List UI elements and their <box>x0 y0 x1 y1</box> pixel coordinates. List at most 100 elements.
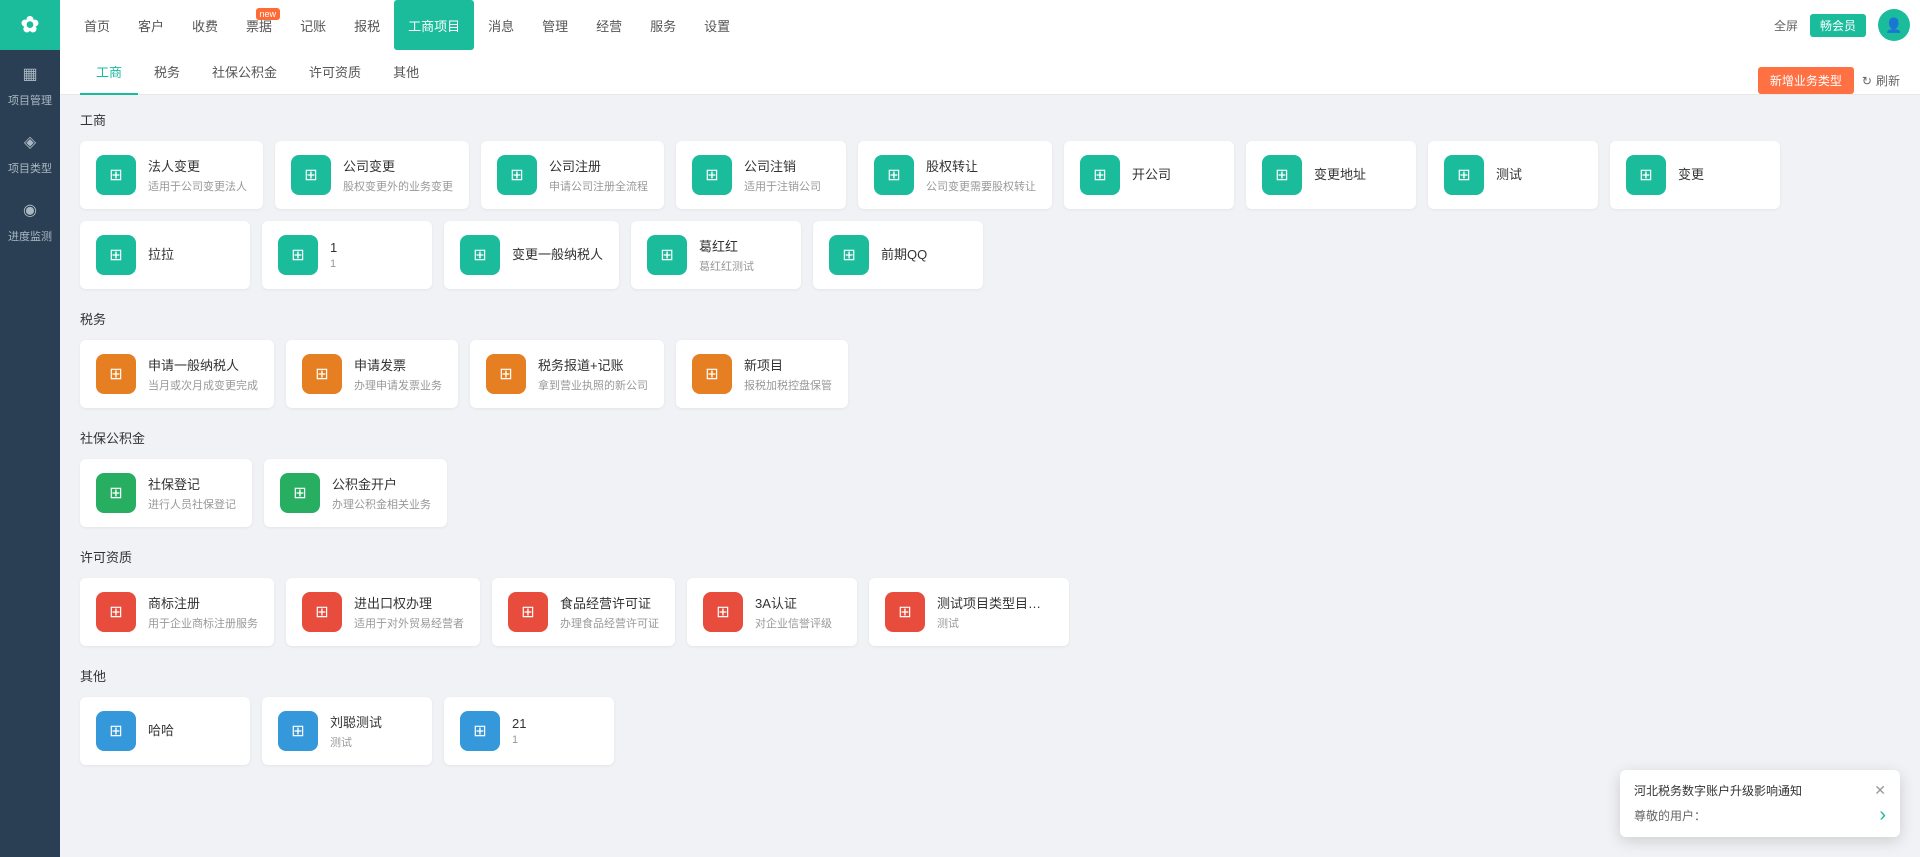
card-0-6[interactable]: ⊞ 变更地址 <box>1246 141 1416 209</box>
card-icon-0-1: ⊞ <box>291 155 331 195</box>
app-logo[interactable]: ✿ <box>0 0 60 50</box>
notification-close-button[interactable]: ✕ <box>1874 782 1886 799</box>
card-4-2[interactable]: ⊞ 21 1 <box>444 697 614 765</box>
sidebar-item-2[interactable]: ◉ 进度监测 <box>0 186 60 254</box>
nav-label-4: 记账 <box>300 16 326 35</box>
cards-grid-3: ⊞ 商标注册 用于企业商标注册服务 ⊞ 进出口权办理 适用于对外贸易经营者 ⊞ … <box>80 578 1900 646</box>
section-title-0: 工商 <box>80 110 1900 129</box>
nav-item-管理[interactable]: 管理 <box>528 0 582 50</box>
card-name-4-1: 刘聪测试 <box>330 712 416 731</box>
nav-label-8: 管理 <box>542 16 568 35</box>
sidebar-icon-2: ◉ <box>16 196 44 224</box>
card-icon-3-3: ⊞ <box>703 592 743 632</box>
nav-label-0: 首页 <box>84 16 110 35</box>
card-name-0-10: 1 <box>330 240 416 255</box>
card-icon-0-7: ⊞ <box>1444 155 1484 195</box>
card-desc-0-4: 公司变更需要股权转让 <box>926 178 1036 194</box>
nav-item-消息[interactable]: 消息 <box>474 0 528 50</box>
sub-tab-社保公积金[interactable]: 社保公积金 <box>196 50 293 95</box>
refresh-button[interactable]: ↻ 刷新 <box>1862 72 1900 89</box>
card-0-3[interactable]: ⊞ 公司注销 适用于注销公司 <box>676 141 846 209</box>
sub-tab-label-1: 税务 <box>154 62 180 81</box>
card-4-0[interactable]: ⊞ 哈哈 <box>80 697 250 765</box>
sub-tab-许可资质[interactable]: 许可资质 <box>293 50 377 95</box>
card-info-0-9: 拉拉 <box>148 244 234 266</box>
card-icon-0-5: ⊞ <box>1080 155 1120 195</box>
user-avatar[interactable]: 👤 <box>1878 9 1910 41</box>
card-desc-0-3: 适用于注销公司 <box>744 178 830 194</box>
sub-tab-工商[interactable]: 工商 <box>80 50 138 95</box>
card-icon-4-2: ⊞ <box>460 711 500 751</box>
topnav-right: 全屏 畅会员 👤 <box>1774 9 1910 41</box>
card-icon-0-11: ⊞ <box>460 235 500 275</box>
card-name-1-3: 新项目 <box>744 355 832 374</box>
add-type-button[interactable]: 新增业务类型 <box>1758 67 1854 94</box>
nav-item-报税[interactable]: 报税 <box>340 0 394 50</box>
sidebar-item-0[interactable]: ▦ 项目管理 <box>0 50 60 118</box>
nav-item-设置[interactable]: 设置 <box>690 0 744 50</box>
card-0-11[interactable]: ⊞ 变更一般纳税人 <box>444 221 619 289</box>
card-3-2[interactable]: ⊞ 食品经营许可证 办理食品经营许可证 <box>492 578 675 646</box>
vip-button[interactable]: 畅会员 <box>1810 14 1866 37</box>
card-1-2[interactable]: ⊞ 税务报道+记账 拿到营业执照的新公司 <box>470 340 664 408</box>
card-3-4[interactable]: ⊞ 测试项目类型目定义 测试 <box>869 578 1069 646</box>
card-desc-2-0: 进行人员社保登记 <box>148 496 236 512</box>
card-2-1[interactable]: ⊞ 公积金开户 办理公积金相关业务 <box>264 459 447 527</box>
notification-title: 河北税务数字账户升级影响通知 <box>1634 782 1802 799</box>
card-0-8[interactable]: ⊞ 变更 <box>1610 141 1780 209</box>
nav-item-收费[interactable]: 收费 <box>178 0 232 50</box>
card-0-12[interactable]: ⊞ 葛红红 葛红红测试 <box>631 221 801 289</box>
card-0-7[interactable]: ⊞ 测试 <box>1428 141 1598 209</box>
nav-item-经营[interactable]: 经营 <box>582 0 636 50</box>
card-4-1[interactable]: ⊞ 刘聪测试 测试 <box>262 697 432 765</box>
sub-tab-label-0: 工商 <box>96 62 122 81</box>
card-0-5[interactable]: ⊞ 开公司 <box>1064 141 1234 209</box>
card-info-0-5: 开公司 <box>1132 164 1218 186</box>
notification-arrow[interactable]: › <box>1879 804 1886 827</box>
card-3-1[interactable]: ⊞ 进出口权办理 适用于对外贸易经营者 <box>286 578 480 646</box>
card-icon-0-8: ⊞ <box>1626 155 1666 195</box>
cards-grid-4: ⊞ 哈哈 ⊞ 刘聪测试 测试 ⊞ 21 1 <box>80 697 1900 765</box>
card-icon-2-0: ⊞ <box>96 473 136 513</box>
card-name-4-0: 哈哈 <box>148 720 234 739</box>
card-info-0-2: 公司注册 申请公司注册全流程 <box>549 156 648 194</box>
section-title-1: 税务 <box>80 309 1900 328</box>
card-1-3[interactable]: ⊞ 新项目 报税加税控盘保管 <box>676 340 848 408</box>
nav-item-票据[interactable]: 票据new <box>232 0 286 50</box>
card-0-0[interactable]: ⊞ 法人变更 适用于公司变更法人 <box>80 141 263 209</box>
card-0-13[interactable]: ⊞ 前期QQ <box>813 221 983 289</box>
topnav: 首页客户收费票据new 记账报税工商项目消息 管理经营服务设置 全屏 畅会员 👤 <box>60 0 1920 50</box>
card-desc-3-4: 测试 <box>937 615 1053 631</box>
sub-tab-label-2: 社保公积金 <box>212 62 277 81</box>
card-name-4-2: 21 <box>512 716 598 731</box>
card-icon-0-9: ⊞ <box>96 235 136 275</box>
card-name-0-0: 法人变更 <box>148 156 247 175</box>
card-info-1-0: 申请一般纳税人 当月或次月成变更完成 <box>148 355 258 393</box>
card-1-0[interactable]: ⊞ 申请一般纳税人 当月或次月成变更完成 <box>80 340 274 408</box>
card-0-2[interactable]: ⊞ 公司注册 申请公司注册全流程 <box>481 141 664 209</box>
nav-item-服务[interactable]: 服务 <box>636 0 690 50</box>
nav-item-记账[interactable]: 记账 <box>286 0 340 50</box>
nav-item-首页[interactable]: 首页 <box>70 0 124 50</box>
card-1-1[interactable]: ⊞ 申请发票 办理申请发票业务 <box>286 340 458 408</box>
nav-item-客户[interactable]: 客户 <box>124 0 178 50</box>
sub-tab-税务[interactable]: 税务 <box>138 50 196 95</box>
cards-grid-1: ⊞ 申请一般纳税人 当月或次月成变更完成 ⊞ 申请发票 办理申请发票业务 ⊞ 税… <box>80 340 1900 408</box>
card-name-0-5: 开公司 <box>1132 164 1218 183</box>
card-icon-3-0: ⊞ <box>96 592 136 632</box>
card-0-10[interactable]: ⊞ 1 1 <box>262 221 432 289</box>
card-0-9[interactable]: ⊞ 拉拉 <box>80 221 250 289</box>
nav-label-7: 消息 <box>488 16 514 35</box>
card-0-1[interactable]: ⊞ 公司变更 股权变更外的业务变更 <box>275 141 469 209</box>
card-name-2-1: 公积金开户 <box>332 474 431 493</box>
nav-item-工商项目[interactable]: 工商项目 <box>394 0 474 50</box>
notification-header: 河北税务数字账户升级影响通知 ✕ <box>1634 782 1886 799</box>
card-desc-4-2: 1 <box>512 734 598 746</box>
card-2-0[interactable]: ⊞ 社保登记 进行人员社保登记 <box>80 459 252 527</box>
card-0-4[interactable]: ⊞ 股权转让 公司变更需要股权转让 <box>858 141 1052 209</box>
fullscreen-btn[interactable]: 全屏 <box>1774 17 1798 34</box>
sub-tab-其他[interactable]: 其他 <box>377 50 435 95</box>
card-3-0[interactable]: ⊞ 商标注册 用于企业商标注册服务 <box>80 578 274 646</box>
sidebar-item-1[interactable]: ◈ 项目类型 <box>0 118 60 186</box>
card-3-3[interactable]: ⊞ 3A认证 对企业信誉评级 <box>687 578 857 646</box>
